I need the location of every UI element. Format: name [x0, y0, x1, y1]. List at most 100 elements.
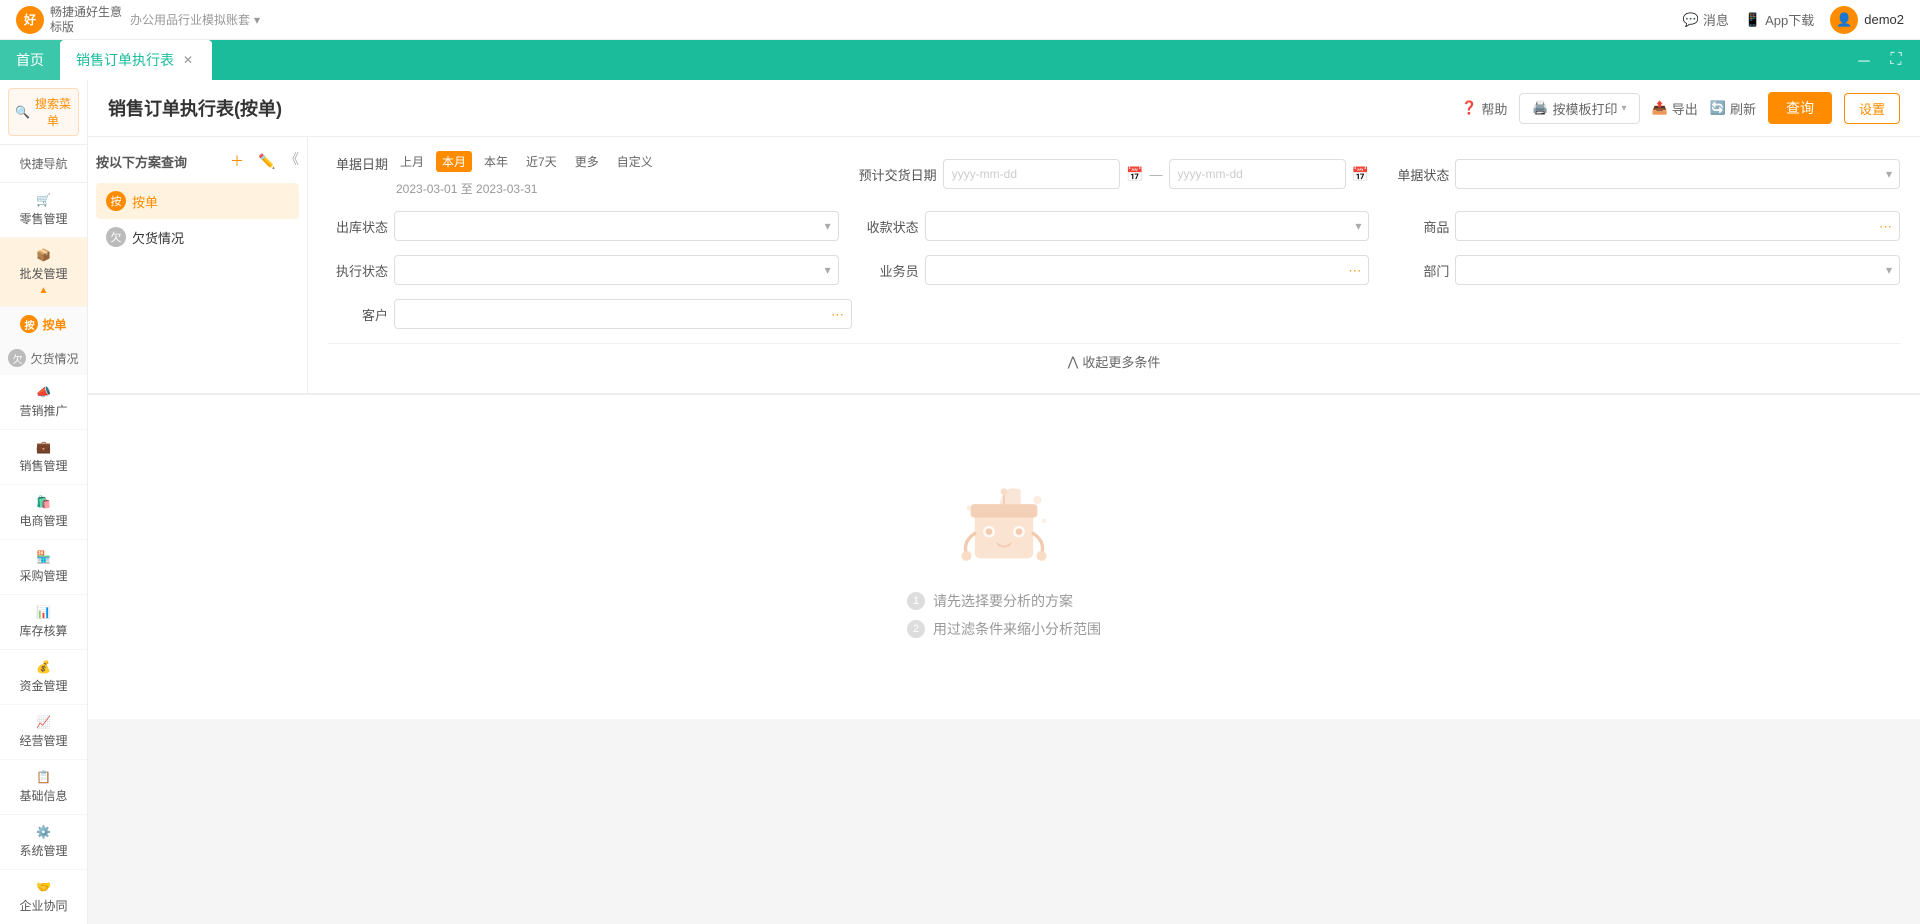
sidebar-item-enterprise[interactable]: 🤝 企业协同	[0, 870, 87, 924]
expected-delivery-label: 预计交货日期	[859, 165, 937, 184]
search-button[interactable]: 查询	[1768, 92, 1832, 124]
sidebar-subitem-press-order[interactable]: 按 按单	[0, 307, 87, 341]
sidebar-item-ecommerce[interactable]: 🛍️ 电商管理	[0, 485, 87, 540]
tab-close-icon[interactable]: ✕	[180, 52, 196, 68]
field-exec-status: 执行状态 ▾	[328, 255, 839, 285]
sidebar-item-system[interactable]: ⚙️ 系统管理	[0, 815, 87, 870]
single-status-select[interactable]	[1455, 159, 1900, 189]
date-tab-this-year[interactable]: 本年	[478, 151, 514, 172]
enterprise-icon: 🤝	[36, 880, 51, 894]
customer-label: 客户	[328, 305, 388, 324]
nav-expand-icon[interactable]: ⛶	[1884, 48, 1908, 72]
field-department: 部门 ▾	[1389, 255, 1900, 285]
filter-row-2: 出库状态 ▾ 收款状态 ▾	[328, 211, 1900, 241]
breadcrumb[interactable]: 办公用品行业模拟账套 ▾	[130, 11, 260, 28]
salesperson-select[interactable]	[925, 255, 1370, 285]
app-download-action[interactable]: 📱 App下载	[1745, 10, 1814, 29]
finance-icon: 💰	[36, 660, 51, 674]
tab-home[interactable]: 首页	[0, 40, 60, 80]
empty-illustration	[954, 475, 1054, 575]
collapse-panel-icon[interactable]: 《	[285, 149, 299, 173]
help-icon: ❓	[1461, 100, 1477, 116]
goods-select[interactable]	[1455, 211, 1900, 241]
user-profile[interactable]: 👤 demo2	[1830, 6, 1904, 34]
salesperson-more-icon[interactable]: ···	[1348, 263, 1361, 278]
sales-icon: 💼	[36, 440, 51, 454]
department-select[interactable]	[1455, 255, 1900, 285]
field-outbound-status: 出库状态 ▾	[328, 211, 839, 241]
date-tabs: 上月 本月 本年 近7天 更多 自定义	[394, 151, 659, 172]
field-goods: 商品 ···	[1389, 211, 1900, 241]
exec-status-select[interactable]	[394, 255, 839, 285]
sidebar-item-sales[interactable]: 💼 销售管理	[0, 430, 87, 485]
outbound-status-select[interactable]	[394, 211, 839, 241]
date-hint: 2023-03-01 至 2023-03-31	[396, 182, 537, 196]
debt-badge: 欠	[8, 349, 26, 367]
wholesale-icon: 📦	[36, 248, 51, 262]
scheme-press-order[interactable]: 按 按单	[96, 183, 299, 219]
scheme-debt[interactable]: 欠 欠货情况	[96, 219, 299, 255]
message-action[interactable]: 💬 消息	[1683, 10, 1729, 29]
refresh-button[interactable]: 🔄 刷新	[1710, 99, 1756, 118]
nav-minimize-icon[interactable]: －	[1852, 48, 1876, 72]
date-tab-7days[interactable]: 近7天	[520, 151, 563, 172]
settings-button[interactable]: 设置	[1844, 93, 1900, 124]
purchase-icon: 🏪	[36, 550, 51, 564]
operations-icon: 📈	[36, 715, 51, 729]
app-icon: 📱	[1745, 12, 1761, 28]
single-status-label: 单据状态	[1389, 165, 1449, 184]
date-tab-more[interactable]: 更多	[569, 151, 605, 172]
system-icon: ⚙️	[36, 825, 51, 839]
logo-icon: 好	[16, 6, 44, 34]
sidebar-item-purchase[interactable]: 🏪 采购管理	[0, 540, 87, 595]
expected-delivery-start[interactable]: yyyy-mm-dd	[943, 159, 1120, 189]
field-receipt-status: 收款状态 ▾	[859, 211, 1370, 241]
outbound-status-label: 出库状态	[328, 217, 388, 236]
receipt-status-select[interactable]	[925, 211, 1370, 241]
date-tab-custom[interactable]: 自定义	[611, 151, 659, 172]
sidebar-item-operations[interactable]: 📈 经营管理	[0, 705, 87, 760]
tip-num-2: 2	[907, 620, 925, 638]
content-area: 销售订单执行表(按单) ❓ 帮助 🖨️ 按模板打印 ▾ 📤 导出 🔄 刷新	[88, 80, 1920, 924]
sidebar-item-retail[interactable]: 🛒 零售管理	[0, 183, 87, 238]
sidebar-item-inventory[interactable]: 📊 库存核算	[0, 595, 87, 650]
help-button[interactable]: ❓ 帮助	[1461, 99, 1507, 118]
search-menu-btn[interactable]: 🔍 搜索菜单	[8, 88, 79, 136]
template-print-button[interactable]: 🖨️ 按模板打印 ▾	[1519, 93, 1639, 124]
top-bar-right: 💬 消息 📱 App下载 👤 demo2	[1683, 6, 1904, 34]
goods-more-icon[interactable]: ···	[1879, 219, 1892, 234]
top-bar: 好 畅捷通好生意 标版 办公用品行业模拟账套 ▾ 💬 消息 📱 App下载 👤 …	[0, 0, 1920, 40]
edit-scheme-icon[interactable]: ✏️	[255, 149, 279, 173]
expected-delivery-end[interactable]: yyyy-mm-dd	[1169, 159, 1346, 189]
sidebar-item-marketing[interactable]: 📣 营销推广	[0, 375, 87, 430]
basic-icon: 📋	[36, 770, 51, 784]
export-button[interactable]: 📤 导出	[1652, 99, 1698, 118]
sidebar-item-basic[interactable]: 📋 基础信息	[0, 760, 87, 815]
add-scheme-icon[interactable]: ＋	[225, 149, 249, 173]
customer-select[interactable]	[394, 299, 852, 329]
filter-scheme-panel: 按以下方案查询 ＋ ✏️ 《 按 按单 欠 欠货情况	[88, 137, 308, 393]
date-tab-this-month[interactable]: 本月	[436, 151, 472, 172]
collapse-more-btn[interactable]: ⋀ 收起更多条件	[328, 343, 1900, 379]
sidebar-item-finance[interactable]: 💰 资金管理	[0, 650, 87, 705]
results-area: 1 请先选择要分析的方案 2 用过滤条件来缩小分析范围	[88, 394, 1920, 719]
scheme-label-press-order: 按单	[132, 192, 158, 211]
sidebar-item-wholesale[interactable]: 📦 批发管理 ▲	[0, 238, 87, 307]
date-tab-last-month[interactable]: 上月	[394, 151, 430, 172]
sidebar: 🔍 搜索菜单 快捷导航 🛒 零售管理 📦 批发管理 ▲ 按 按单 欠 欠货情	[0, 80, 88, 924]
scheme-label-debt: 欠货情况	[132, 228, 184, 247]
top-bar-left: 好 畅捷通好生意 标版 办公用品行业模拟账套 ▾	[16, 5, 260, 34]
tip-num-1: 1	[907, 592, 925, 610]
page-title: 销售订单执行表(按单)	[108, 95, 282, 121]
field-expected-delivery: 预计交货日期 yyyy-mm-dd 📅 — yyyy-mm-dd	[859, 159, 1370, 189]
tab-sales-exec[interactable]: 销售订单执行表 ✕	[60, 40, 212, 80]
goods-label: 商品	[1389, 217, 1449, 236]
field-single-date: 单据日期 上月 本月 本年 近7天 更多 自定义	[328, 151, 839, 197]
customer-more-icon[interactable]: ···	[831, 307, 844, 322]
exec-status-label: 执行状态	[328, 261, 388, 280]
sidebar-item-quick-nav[interactable]: 快捷导航	[0, 145, 87, 183]
user-name: demo2	[1864, 12, 1904, 27]
receipt-status-label: 收款状态	[859, 217, 919, 236]
refresh-icon: 🔄	[1710, 100, 1726, 116]
sidebar-subitem-debt[interactable]: 欠 欠货情况	[0, 341, 87, 375]
